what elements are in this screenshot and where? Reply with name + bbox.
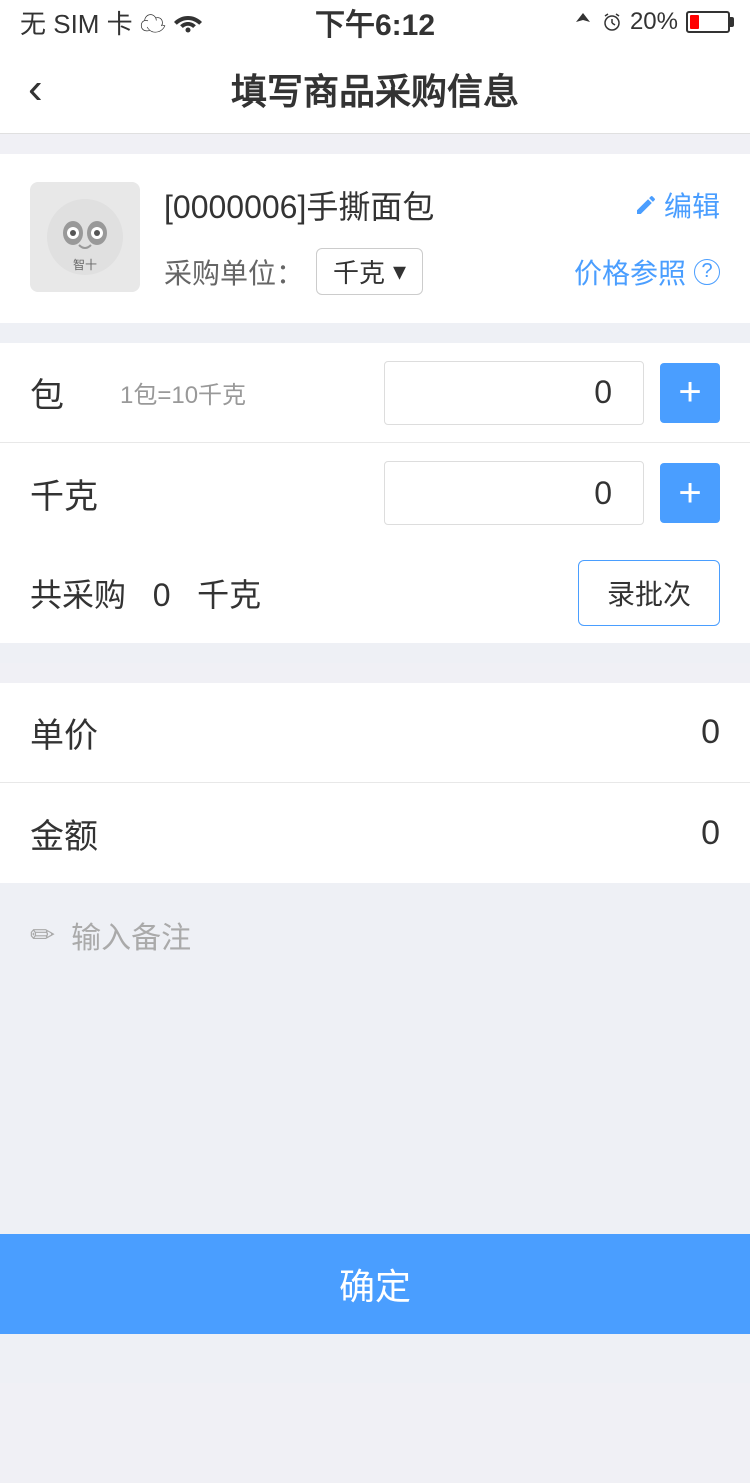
- kg-field-wrap: +: [110, 461, 720, 525]
- notes-section: ✏ 输入备注: [0, 883, 750, 1083]
- unit-price-label: 单价: [30, 708, 98, 757]
- nav-bar: ‹ 填写商品采购信息: [0, 44, 750, 134]
- sim-status: 无 SIM 卡 ☁: [20, 4, 166, 41]
- pencil-icon: ✏: [30, 918, 55, 953]
- location-icon: [572, 11, 594, 33]
- wifi-icon: [174, 11, 202, 33]
- amount-row: 金额 0: [0, 783, 750, 883]
- summary-text: 共采购 0 千克: [30, 570, 261, 616]
- price-ref-icon: ?: [694, 259, 720, 285]
- bao-plus-button[interactable]: +: [660, 363, 720, 423]
- bao-label: 包: [30, 368, 110, 417]
- battery-percentage: 20%: [630, 8, 678, 36]
- amount-label: 金额: [30, 809, 98, 858]
- unit-price-row: 单价 0: [0, 683, 750, 783]
- product-card: 智十 [0000006]手撕面包 编辑 采购单位： 千克 ▾: [0, 154, 750, 323]
- kg-input-row: 千克 +: [0, 443, 750, 543]
- unit-price-value: 0: [701, 713, 720, 752]
- unit-selector[interactable]: 千克 ▾: [316, 248, 423, 295]
- battery-indicator: [686, 11, 730, 33]
- content-spacer: [0, 1083, 750, 1383]
- kg-plus-button[interactable]: +: [660, 463, 720, 523]
- notes-input-row[interactable]: ✏ 输入备注: [30, 913, 720, 957]
- summary-row: 共采购 0 千克 录批次: [0, 543, 750, 643]
- page-title: 填写商品采购信息: [231, 63, 519, 115]
- bao-input-row: 包 1包=10千克 +: [0, 343, 750, 443]
- bao-sublabel: 1包=10千克: [120, 375, 246, 410]
- alarm-icon: [602, 12, 622, 32]
- status-time: 下午6:12: [315, 0, 435, 44]
- price-section: 单价 0 金额 0: [0, 683, 750, 883]
- bao-field-wrap: +: [246, 361, 720, 425]
- amount-value: 0: [701, 814, 720, 853]
- notes-placeholder[interactable]: 输入备注: [71, 913, 191, 957]
- bao-input[interactable]: [384, 361, 644, 425]
- product-logo: 智十: [45, 197, 125, 277]
- confirm-button[interactable]: 确定: [0, 1234, 750, 1334]
- price-reference-button[interactable]: 价格参照 ?: [574, 252, 720, 292]
- kg-label: 千克: [30, 469, 110, 518]
- section-divider-1: [0, 323, 750, 343]
- product-info: [0000006]手撕面包 编辑 采购单位： 千克 ▾ 价格: [164, 182, 720, 295]
- product-name: [0000006]手撕面包: [164, 182, 434, 228]
- kg-input[interactable]: [384, 461, 644, 525]
- quantity-input-section: 包 1包=10千克 + 千克 +: [0, 343, 750, 543]
- status-bar: 无 SIM 卡 ☁ 下午6:12 20%: [0, 0, 750, 44]
- batch-record-button[interactable]: 录批次: [578, 560, 720, 626]
- status-right: 20%: [572, 8, 730, 36]
- purchase-unit-label: 采购单位：: [164, 252, 304, 292]
- svg-text:智十: 智十: [73, 257, 97, 272]
- back-button[interactable]: ‹: [28, 67, 43, 111]
- section-divider-2: [0, 643, 750, 663]
- product-image: 智十: [30, 182, 140, 292]
- edit-icon: [634, 193, 658, 217]
- edit-button[interactable]: 编辑: [634, 185, 720, 225]
- status-left: 无 SIM 卡 ☁: [20, 4, 202, 41]
